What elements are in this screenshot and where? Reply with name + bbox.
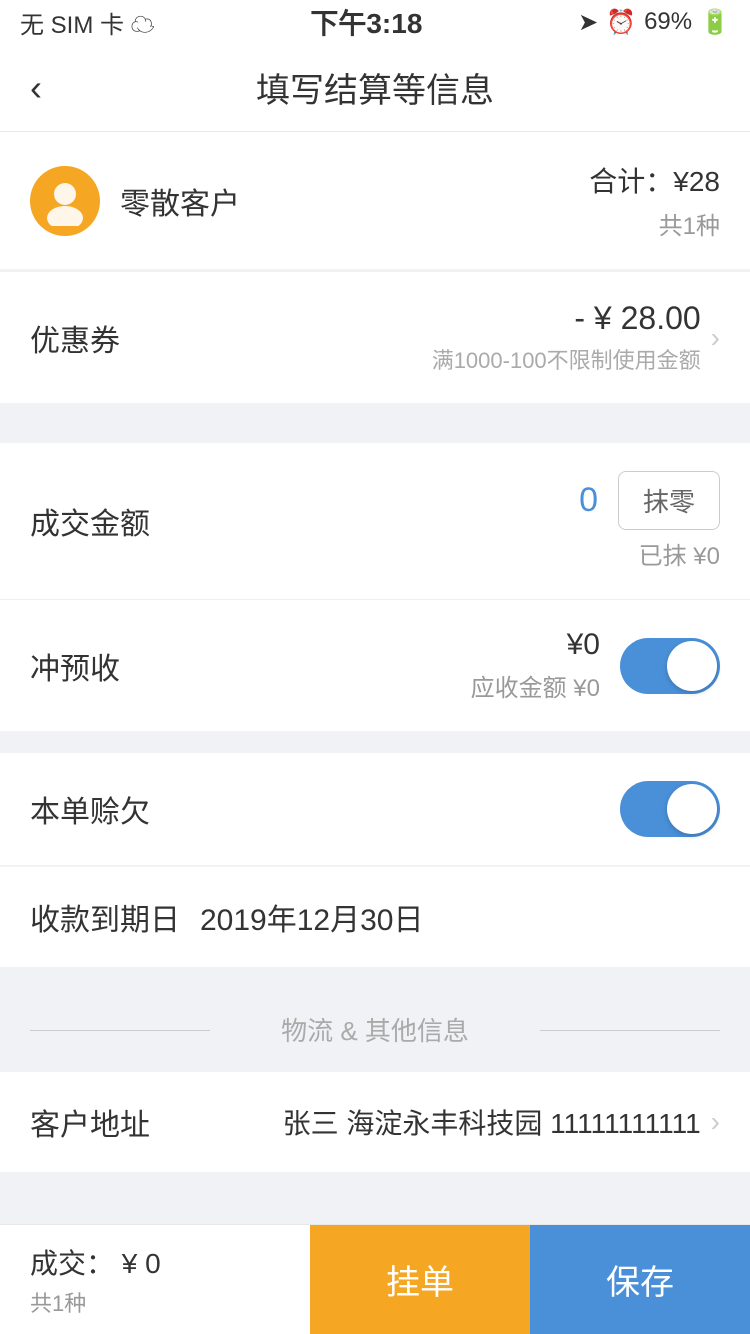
coupon-label: 优惠券 <box>30 316 120 360</box>
prepay-amount: ¥0 <box>471 628 600 662</box>
deal-amount-label: 成交金额 <box>30 499 150 543</box>
prepay-row: 冲预收 ¥0 应收金额 ¥0 <box>0 600 750 731</box>
battery-icon: 🔋 <box>700 8 730 37</box>
prepay-block: ¥0 应收金额 ¥0 <box>471 628 600 703</box>
toggle-knob <box>667 641 717 691</box>
bottom-summary: 成交： ¥ 0 共1种 <box>0 1242 310 1318</box>
battery-text: 69% <box>644 8 692 36</box>
address-label: 客户地址 <box>30 1100 150 1144</box>
debit-toggle-knob <box>667 784 717 834</box>
customer-avatar <box>30 166 100 236</box>
hang-button[interactable]: 挂单 <box>310 1225 530 1334</box>
bottom-deal-label: 成交： <box>30 1248 114 1279</box>
due-date-row[interactable]: 收款到期日 2019年12月30日 <box>0 867 750 967</box>
address-section[interactable]: 客户地址 张三 海淀永丰科技园 11111111111 › <box>0 1072 750 1172</box>
coupon-amount: - ¥ 28.00 <box>432 300 701 337</box>
status-right: ➤ ⏰ 69% 🔋 <box>578 8 730 37</box>
coupon-section[interactable]: 优惠券 - ¥ 28.00 满1000-100不限制使用金额 › <box>0 271 750 403</box>
chevron-right-icon: › <box>711 322 720 354</box>
nav-bar: ‹ 填写结算等信息 <box>0 44 750 132</box>
coupon-desc: 满1000-100不限制使用金额 <box>432 343 701 375</box>
already-deducted: 已抹 ¥0 <box>639 536 720 571</box>
location-icon: ➤ <box>578 8 598 37</box>
status-left: 无 SIM 卡 ☁ <box>20 5 155 40</box>
bottom-count: 共1种 <box>30 1286 280 1318</box>
prepay-label: 冲预收 <box>30 644 120 688</box>
logistics-header: 物流 & 其他信息 <box>0 987 750 1072</box>
due-date-section: 收款到期日 2019年12月30日 <box>0 867 750 967</box>
customer-name: 零散客户 <box>120 179 240 223</box>
deal-amount-right: 0 抹零 <box>558 471 720 530</box>
prepay-toggle[interactable] <box>620 638 720 694</box>
coupon-value-block: - ¥ 28.00 满1000-100不限制使用金额 <box>432 300 701 375</box>
bottom-deal-text: 成交： ¥ 0 <box>30 1242 280 1282</box>
customer-left: 零散客户 <box>30 166 240 236</box>
customer-section: 零散客户 合计：¥28 共1种 <box>0 132 750 269</box>
coupon-row[interactable]: 优惠券 - ¥ 28.00 满1000-100不限制使用金额 › <box>0 271 750 403</box>
status-bar: 无 SIM 卡 ☁ 下午3:18 ➤ ⏰ 69% 🔋 <box>0 0 750 44</box>
deal-amount-section: 成交金额 0 抹零 已抹 ¥0 冲预收 ¥0 应收金额 ¥0 <box>0 443 750 731</box>
debit-row: 本单赊欠 <box>0 753 750 865</box>
customer-count: 共1种 <box>589 206 720 241</box>
due-date-label: 收款到期日 <box>30 895 180 939</box>
coupon-right: - ¥ 28.00 满1000-100不限制使用金额 › <box>432 300 720 375</box>
alarm-icon: ⏰ <box>606 8 636 37</box>
save-button[interactable]: 保存 <box>530 1225 750 1334</box>
bottom-bar: 成交： ¥ 0 共1种 挂单 保存 <box>0 1224 750 1334</box>
debit-toggle[interactable] <box>620 781 720 837</box>
address-chevron-icon: › <box>711 1106 720 1138</box>
logistics-header-text: 物流 & 其他信息 <box>281 1016 469 1046</box>
address-value: 张三 海淀永丰科技园 11111111111 <box>180 1102 701 1142</box>
avatar-icon <box>40 176 90 226</box>
deal-amount-row: 成交金额 0 抹零 已抹 ¥0 <box>0 443 750 600</box>
bottom-deal-amount: ¥ 0 <box>122 1248 161 1279</box>
prepay-receivable: 应收金额 ¥0 <box>471 668 600 703</box>
status-time: 下午3:18 <box>310 2 422 42</box>
deal-amount-value[interactable]: 0 <box>558 481 598 520</box>
section-divider-2 <box>0 733 750 753</box>
customer-total: 合计：¥28 <box>589 160 720 200</box>
back-button[interactable]: ‹ <box>30 67 42 109</box>
no-sim-text: 无 SIM 卡 ☁ <box>20 5 155 40</box>
round-zero-button[interactable]: 抹零 <box>618 471 720 530</box>
debit-label: 本单赊欠 <box>30 787 150 831</box>
customer-right: 合计：¥28 共1种 <box>589 160 720 241</box>
debit-section: 本单赊欠 <box>0 753 750 865</box>
section-divider-1 <box>0 423 750 443</box>
prepay-right: ¥0 应收金额 ¥0 <box>471 628 720 703</box>
due-date-value: 2019年12月30日 <box>200 895 423 939</box>
page-title: 填写结算等信息 <box>256 63 494 112</box>
address-row[interactable]: 客户地址 张三 海淀永丰科技园 11111111111 › <box>0 1072 750 1172</box>
